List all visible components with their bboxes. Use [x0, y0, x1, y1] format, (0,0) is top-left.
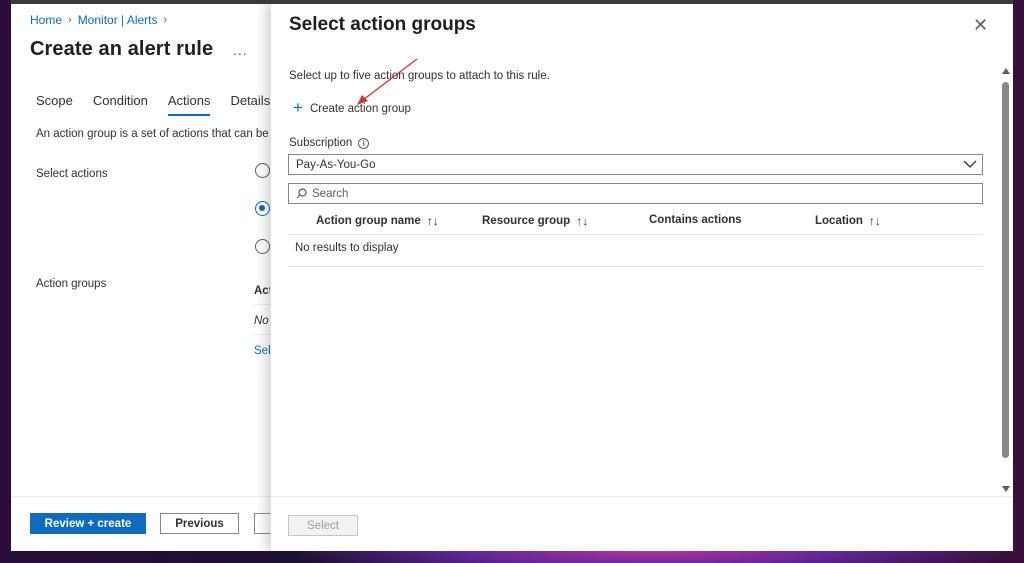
plus-icon: +: [293, 98, 303, 117]
breadcrumb-home[interactable]: Home: [30, 13, 62, 27]
wizard-tabs: Scope Condition Actions Details: [36, 93, 270, 116]
sort-icon[interactable]: ↑↓: [427, 214, 439, 228]
scrollbar-thumb[interactable]: [1002, 82, 1009, 458]
tab-details[interactable]: Details: [230, 93, 270, 116]
action-groups-label: Action groups: [36, 278, 107, 290]
tab-actions[interactable]: Actions: [167, 93, 211, 116]
subscription-label-row: Subscription i: [289, 137, 370, 149]
column-label: Resource group: [482, 215, 571, 227]
search-icon: [296, 188, 307, 199]
select-action-groups-link[interactable]: Sel: [254, 345, 271, 357]
action-option-radio-1[interactable]: [255, 163, 270, 178]
column-label: Location: [815, 215, 863, 227]
divider: [254, 304, 271, 305]
pane-footer: Select: [271, 496, 1013, 551]
review-create-button[interactable]: Review + create: [30, 513, 146, 534]
breadcrumb: Home › Monitor | Alerts ›: [30, 13, 167, 27]
close-icon[interactable]: ✕: [973, 15, 988, 36]
create-alert-rule-blade: Home › Monitor | Alerts › Create an aler…: [11, 4, 278, 551]
column-label: Contains actions: [649, 214, 742, 226]
chevron-right-icon: ›: [163, 14, 168, 26]
column-contains-actions: Contains actions: [649, 214, 742, 226]
previous-button[interactable]: Previous: [160, 513, 239, 534]
pane-title: Select action groups: [289, 14, 476, 35]
sort-icon[interactable]: ↑↓: [869, 214, 881, 228]
chevron-right-icon: ›: [68, 14, 72, 26]
scroll-down-icon[interactable]: [1002, 486, 1010, 492]
search-placeholder: Search: [312, 187, 349, 200]
wizard-footer: Review + create Previous: [11, 496, 274, 551]
search-input[interactable]: Search: [288, 183, 983, 204]
subscription-dropdown[interactable]: Pay-As-You-Go: [288, 154, 983, 175]
column-action-group-name[interactable]: Action group name ↑↓: [316, 214, 439, 228]
select-actions-label: Select actions: [36, 168, 108, 180]
column-location[interactable]: Location ↑↓: [815, 214, 881, 228]
vertical-scrollbar[interactable]: [1000, 66, 1012, 494]
subscription-label: Subscription: [289, 137, 353, 149]
chevron-down-icon: [963, 160, 977, 168]
column-label: Action group name: [316, 215, 421, 227]
action-groups-empty-text: No: [254, 315, 269, 327]
empty-results-text: No results to display: [288, 235, 983, 267]
action-option-radio-2[interactable]: [255, 201, 270, 216]
scroll-up-icon[interactable]: [1002, 68, 1010, 74]
column-resource-group[interactable]: Resource group ↑↓: [482, 214, 588, 228]
sort-icon[interactable]: ↑↓: [576, 214, 588, 228]
action-groups-table-header: Action group name ↑↓ Resource group ↑↓ C…: [288, 209, 983, 235]
divider: [254, 334, 271, 335]
action-group-description: An action group is a set of actions that…: [36, 128, 279, 140]
select-button[interactable]: Select: [288, 515, 358, 536]
tab-condition[interactable]: Condition: [93, 93, 148, 116]
tab-scope[interactable]: Scope: [36, 93, 73, 116]
page-title: Create an alert rule: [30, 38, 214, 60]
breadcrumb-monitor-alerts[interactable]: Monitor | Alerts: [78, 13, 158, 27]
browser-window: Home › Monitor | Alerts › Create an aler…: [11, 0, 1013, 551]
subscription-value: Pay-As-You-Go: [296, 158, 376, 171]
action-option-radio-3[interactable]: [255, 239, 270, 254]
annotation-arrow-icon: [357, 58, 418, 105]
info-icon[interactable]: i: [358, 137, 370, 149]
select-action-groups-pane: Select action groups ✕ Select up to five…: [270, 4, 1013, 551]
more-options-icon[interactable]: ...: [233, 42, 248, 58]
